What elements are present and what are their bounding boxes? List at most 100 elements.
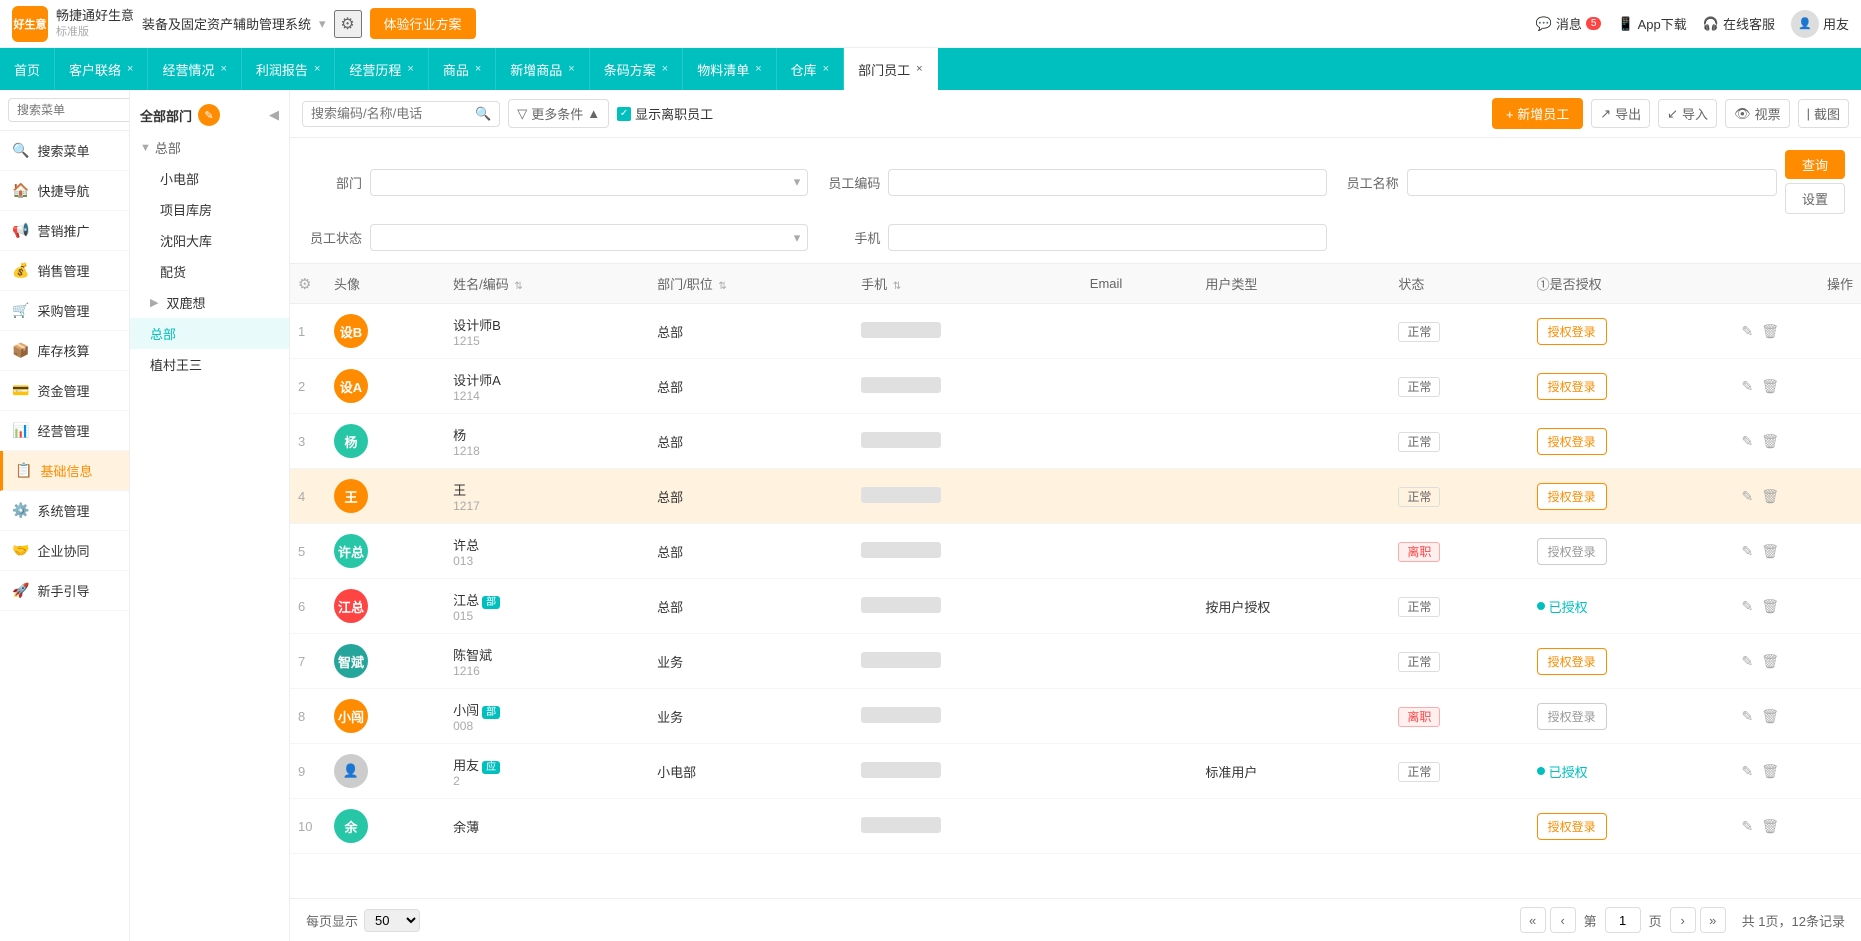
gear-button[interactable]: ⚙: [334, 10, 362, 38]
nav-tab-经营情况[interactable]: 经营情况 ×: [148, 48, 241, 90]
close-tab-icon[interactable]: ×: [823, 63, 829, 75]
sidebar-item-采购管理[interactable]: 🛒采购管理: [0, 291, 129, 331]
sidebar-item-营销推广[interactable]: 📢营销推广: [0, 211, 129, 251]
dept-item-zongbu[interactable]: 总部: [130, 318, 289, 349]
delete-icon[interactable]: 🗑: [1761, 433, 1779, 450]
empname-filter-input[interactable]: [1407, 169, 1777, 196]
delete-icon[interactable]: 🗑: [1761, 598, 1779, 615]
close-tab-icon[interactable]: ×: [314, 63, 320, 75]
nav-tab-新增商品[interactable]: 新增商品 ×: [496, 48, 589, 90]
auth-login-button[interactable]: 授权登录: [1537, 703, 1607, 730]
close-tab-icon[interactable]: ×: [755, 63, 761, 75]
col-name[interactable]: 姓名/编码 ⇅: [445, 264, 649, 304]
search-input[interactable]: [311, 106, 471, 121]
delete-icon[interactable]: 🗑: [1761, 323, 1779, 340]
edit-icon[interactable]: ✎: [1741, 488, 1753, 505]
more-filter-button[interactable]: ▽ 更多条件 ▲: [508, 99, 609, 128]
app-download-button[interactable]: 📱 App下载: [1617, 14, 1686, 33]
filter-set-button[interactable]: 设置: [1785, 183, 1845, 214]
phone-filter-input[interactable]: [888, 224, 1326, 251]
nav-tab-物料清单[interactable]: 物料清单 ×: [683, 48, 776, 90]
edit-icon[interactable]: ✎: [1741, 763, 1753, 780]
trial-button[interactable]: 体验行业方案: [370, 8, 476, 39]
prev-page-button[interactable]: ‹: [1550, 907, 1576, 933]
auth-login-button[interactable]: 授权登录: [1537, 538, 1607, 565]
sidebar-item-销售管理[interactable]: 💰销售管理: [0, 251, 129, 291]
search-menu-input[interactable]: [8, 98, 130, 122]
import-button[interactable]: ↙ 导入: [1658, 99, 1717, 128]
empstatus-filter-select[interactable]: [370, 224, 808, 251]
col-dept[interactable]: 部门/职位 ⇅: [649, 264, 853, 304]
sidebar-item-快捷导航[interactable]: 🏠快捷导航: [0, 171, 129, 211]
last-page-button[interactable]: »: [1700, 907, 1726, 933]
auth-login-button[interactable]: 授权登录: [1537, 813, 1607, 840]
sidebar-item-新手引导[interactable]: 🚀新手引导: [0, 571, 129, 611]
col-phone[interactable]: 手机 ⇅: [853, 264, 1082, 304]
first-page-button[interactable]: «: [1520, 907, 1546, 933]
edit-icon[interactable]: ✎: [1741, 818, 1753, 835]
sidebar-item-经营管理[interactable]: 📊经营管理: [0, 411, 129, 451]
delete-icon[interactable]: 🗑: [1761, 488, 1779, 505]
sidebar-item-库存核算[interactable]: 📦库存核算: [0, 331, 129, 371]
nav-tab-条码方案[interactable]: 条码方案 ×: [590, 48, 683, 90]
page-number-input[interactable]: [1605, 907, 1641, 933]
delete-icon[interactable]: 🗑: [1761, 763, 1779, 780]
close-tab-icon[interactable]: ×: [127, 63, 133, 75]
empcode-filter-input[interactable]: [888, 169, 1326, 196]
edit-icon[interactable]: ✎: [1741, 708, 1753, 725]
auth-login-button[interactable]: 授权登录: [1537, 373, 1607, 400]
dept-item-peihuo[interactable]: 配货: [130, 256, 289, 287]
auth-login-button[interactable]: 授权登录: [1537, 318, 1607, 345]
edit-icon[interactable]: ✎: [1741, 598, 1753, 615]
close-tab-icon[interactable]: ×: [220, 63, 226, 75]
close-tab-icon[interactable]: ×: [662, 63, 668, 75]
filter-query-button[interactable]: 查询: [1785, 150, 1845, 179]
delete-icon[interactable]: 🗑: [1761, 708, 1779, 725]
dept-item-shenyangdaku[interactable]: 沈阳大库: [130, 225, 289, 256]
sidebar-item-系统管理[interactable]: ⚙️系统管理: [0, 491, 129, 531]
print-button[interactable]: | 截图: [1798, 99, 1849, 128]
auth-login-button[interactable]: 授权登录: [1537, 648, 1607, 675]
sidebar-item-基础信息[interactable]: 📋基础信息: [0, 451, 129, 491]
auth-login-button[interactable]: 授权登录: [1537, 428, 1607, 455]
next-page-button[interactable]: ›: [1670, 907, 1696, 933]
close-tab-icon[interactable]: ×: [475, 63, 481, 75]
col-settings[interactable]: ⚙: [290, 264, 326, 304]
per-page-select[interactable]: 50 100: [364, 909, 420, 932]
message-button[interactable]: 💬 消息 5: [1536, 14, 1602, 33]
delete-icon[interactable]: 🗑: [1761, 543, 1779, 560]
sidebar-item-资金管理[interactable]: 💳资金管理: [0, 371, 129, 411]
dept-item-zhicun[interactable]: 植村王三: [130, 349, 289, 380]
export-button[interactable]: ↗ 导出: [1591, 99, 1650, 128]
nav-tab-客户联络[interactable]: 客户联络 ×: [55, 48, 148, 90]
online-service-button[interactable]: 🎧 在线客服: [1703, 14, 1775, 33]
show-resigned-toggle[interactable]: ✓ 显示离职员工: [617, 104, 713, 123]
system-dropdown-icon[interactable]: ▾: [319, 16, 326, 32]
auth-login-button[interactable]: 授权登录: [1537, 483, 1607, 510]
dept-item-xiangmukufang[interactable]: 项目库房: [130, 194, 289, 225]
view-button[interactable]: 👁 视票: [1725, 99, 1790, 128]
dept-collapse-button[interactable]: ◀: [269, 107, 279, 123]
delete-icon[interactable]: 🗑: [1761, 653, 1779, 670]
edit-icon[interactable]: ✎: [1741, 653, 1753, 670]
nav-tab-经营历程[interactable]: 经营历程 ×: [335, 48, 428, 90]
edit-icon[interactable]: ✎: [1741, 433, 1753, 450]
dept-edit-button[interactable]: ✎: [198, 104, 220, 126]
delete-icon[interactable]: 🗑: [1761, 378, 1779, 395]
nav-tab-仓库[interactable]: 仓库 ×: [777, 48, 844, 90]
nav-tab-商品[interactable]: 商品 ×: [429, 48, 496, 90]
add-employee-button[interactable]: + 新增员工: [1492, 98, 1583, 129]
nav-tab-首页[interactable]: 首页: [0, 48, 55, 90]
user-profile[interactable]: 👤 用友: [1791, 10, 1849, 38]
nav-tab-部门员工[interactable]: 部门员工 ×: [844, 48, 937, 90]
sidebar-item-企业协同[interactable]: 🤝企业协同: [0, 531, 129, 571]
close-tab-icon[interactable]: ×: [916, 63, 922, 75]
close-tab-icon[interactable]: ×: [568, 63, 574, 75]
delete-icon[interactable]: 🗑: [1761, 818, 1779, 835]
close-tab-icon[interactable]: ×: [407, 63, 413, 75]
dept-filter-select[interactable]: [370, 169, 808, 196]
dept-item-shuanglu[interactable]: ▶ 双鹿想: [130, 287, 289, 318]
dept-item-xiaodianbu[interactable]: 小电部: [130, 163, 289, 194]
edit-icon[interactable]: ✎: [1741, 323, 1753, 340]
edit-icon[interactable]: ✎: [1741, 378, 1753, 395]
